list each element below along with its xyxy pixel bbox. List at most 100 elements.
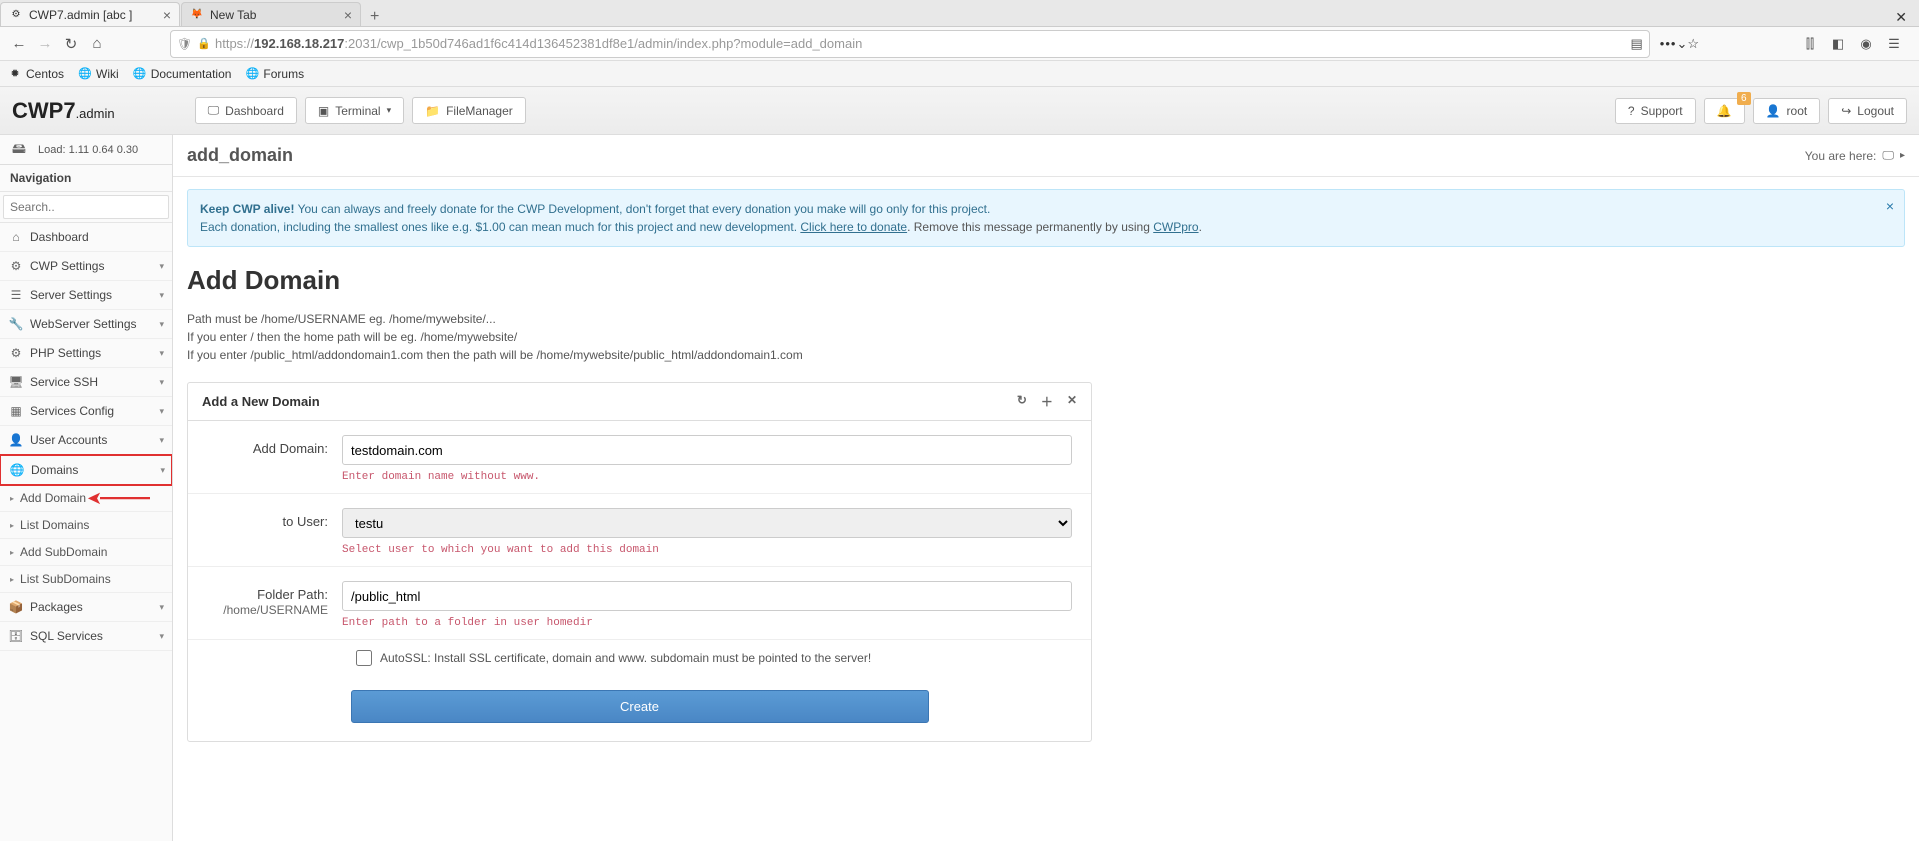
monitor-icon[interactable]: 🖵 [1882,148,1894,163]
terminal-button[interactable]: ▣Terminal▾ [305,97,404,124]
breadcrumb-label: You are here: [1805,149,1877,163]
bookmark-forums[interactable]: 🌐Forums [245,67,304,81]
sidebar-item-service-ssh[interactable]: 🖥Service SSH▾ [0,368,172,397]
profile-icon[interactable]: ◉ [1855,36,1877,52]
nav-heading: Navigation [0,165,172,192]
browser-tab-strip: ⚙ CWP7.admin [abc ] × 🦊 New Tab × + ✕ [0,0,1919,27]
user-button[interactable]: 👤root [1753,98,1821,124]
support-button[interactable]: ?Support [1615,98,1696,124]
browser-toolbar: ← → ↻ ⌂ 🛡 🔒 https://192.168.18.217:2031/… [0,27,1919,61]
new-tab-button[interactable]: + [362,8,387,26]
sidebar-item-sql-services[interactable]: 🗄SQL Services▾ [0,622,172,651]
window-close-icon[interactable]: ✕ [1883,9,1919,26]
sidebar-search [0,192,172,223]
search-input[interactable] [3,195,169,219]
main-content: add_domain You are here: 🖵 ▸ × Keep CWP … [173,135,1919,841]
help-text: Path must be /home/USERNAME eg. /home/my… [187,310,1905,364]
monitor-icon: 🖵 [208,103,220,118]
sidebar-icon[interactable]: ◧ [1827,36,1849,52]
chevron-down-icon: ▾ [159,261,164,272]
user-select[interactable]: testu [342,508,1072,538]
close-icon[interactable]: ✕ [1067,393,1077,410]
dashboard-button[interactable]: 🖵Dashboard [195,97,297,124]
pocket-icon[interactable]: ⌄ [1676,36,1687,52]
grid-icon: ▦ [8,404,24,418]
browser-tab-active[interactable]: ⚙ CWP7.admin [abc ] × [0,2,180,26]
lock-icon[interactable]: 🔒 [197,37,213,50]
sidebar-item-domains[interactable]: 🌐Domains▾ [0,454,173,486]
form-row-user: to User: testu Select user to which you … [188,494,1091,567]
globe-icon: 🌐 [9,463,25,477]
sidebar-subitem-list-subdomains[interactable]: ▸List SubDomains [0,566,172,593]
tab-favicon: 🦊 [190,8,204,22]
bullet-icon: ▸ [10,548,14,557]
tab-title: CWP7.admin [abc ] [29,8,132,22]
bookmark-centos[interactable]: ✹Centos [8,67,64,81]
shield-icon[interactable]: 🛡 [177,37,193,51]
globe-icon: 🌐 [245,67,259,81]
close-icon[interactable]: × [344,7,352,23]
menu-icon[interactable]: ☰ [1883,36,1905,52]
bookmark-wiki[interactable]: 🌐Wiki [78,67,119,81]
filemanager-button[interactable]: 📁FileManager [412,97,526,124]
library-icon[interactable]: ⫿⫿ [1799,36,1821,52]
annotation-line [100,497,150,501]
chevron-down-icon: ▾ [159,406,164,417]
folder-input[interactable] [342,581,1072,611]
domain-hint: Enter domain name without www. [342,471,1077,483]
close-icon[interactable]: × [163,7,171,23]
home-button[interactable]: ⌂ [84,31,110,57]
more-icon[interactable]: ••• [1660,36,1677,51]
question-icon: ? [1628,104,1635,118]
breadcrumb: add_domain You are here: 🖵 ▸ [173,135,1919,177]
forward-button[interactable]: → [32,31,58,57]
sidebar-subitem-list-domains[interactable]: ▸List Domains [0,512,172,539]
back-button[interactable]: ← [6,31,32,57]
user-icon: 👤 [1766,104,1781,118]
sidebar-item-user-accounts[interactable]: 👤User Accounts▾ [0,426,172,455]
tab-favicon: ⚙ [9,8,23,22]
app-header: CWP7.admin 🖵Dashboard ▣Terminal▾ 📁FileMa… [0,87,1919,135]
create-button[interactable]: Create [351,690,929,723]
browser-tab-inactive[interactable]: 🦊 New Tab × [181,2,361,26]
folder-label: Folder Path: /home/USERNAME [202,581,342,617]
domain-input[interactable] [342,435,1072,465]
reader-view-icon[interactable]: ▤ [1630,36,1642,52]
close-icon[interactable]: × [1886,196,1894,217]
add-domain-panel: Add a New Domain ↻ ＋ ✕ Add Domain: [187,382,1092,742]
expand-icon[interactable]: ＋ [1041,393,1053,410]
notifications-button[interactable]: 🔔 6 [1704,98,1745,124]
sidebar-item-cwp-settings[interactable]: ⚙CWP Settings▾ [0,252,172,281]
star-icon[interactable]: ☆ [1687,36,1699,52]
url-bar[interactable]: 🛡 🔒 https://192.168.18.217:2031/cwp_1b50… [170,30,1650,58]
sidebar-item-dashboard[interactable]: ⌂Dashboard [0,223,172,252]
sidebar-item-services-config[interactable]: ▦Services Config▾ [0,397,172,426]
globe-icon: 🌐 [78,67,92,81]
refresh-icon[interactable]: ↻ [1017,393,1027,410]
chevron-down-icon: ▾ [159,377,164,388]
wrench-icon: 🔧 [8,317,24,331]
page-slug: add_domain [187,145,293,166]
sidebar-item-webserver-settings[interactable]: 🔧WebServer Settings▾ [0,310,172,339]
chevron-down-icon: ▾ [159,290,164,301]
chevron-right-icon: ▸ [1900,150,1905,161]
sidebar-subitem-add-subdomain[interactable]: ▸Add SubDomain [0,539,172,566]
chevron-down-icon: ▾ [159,319,164,330]
logout-button[interactable]: ↪Logout [1828,98,1907,124]
gear-icon: ⚙ [8,259,24,273]
donate-link[interactable]: Click here to donate [800,220,907,234]
autossl-checkbox[interactable] [356,650,372,666]
list-icon: ☰ [8,288,24,302]
bullet-icon: ▸ [10,521,14,530]
toolbar-right: ⫿⫿ ◧ ◉ ☰ [1799,36,1913,52]
sidebar-item-php-settings[interactable]: ⚙PHP Settings▾ [0,339,172,368]
to-user-label: to User: [202,508,342,529]
chevron-down-icon: ▾ [159,602,164,613]
bookmark-documentation[interactable]: 🌐Documentation [133,67,232,81]
load-indicator: 🖴 Load: 1.11 0.64 0.30 [0,135,172,165]
sidebar-item-server-settings[interactable]: ☰Server Settings▾ [0,281,172,310]
bullet-icon: ▸ [10,494,14,503]
reload-button[interactable]: ↻ [58,31,84,57]
cwppro-link[interactable]: CWPpro [1153,220,1198,234]
sidebar-item-packages[interactable]: 📦Packages▾ [0,593,172,622]
